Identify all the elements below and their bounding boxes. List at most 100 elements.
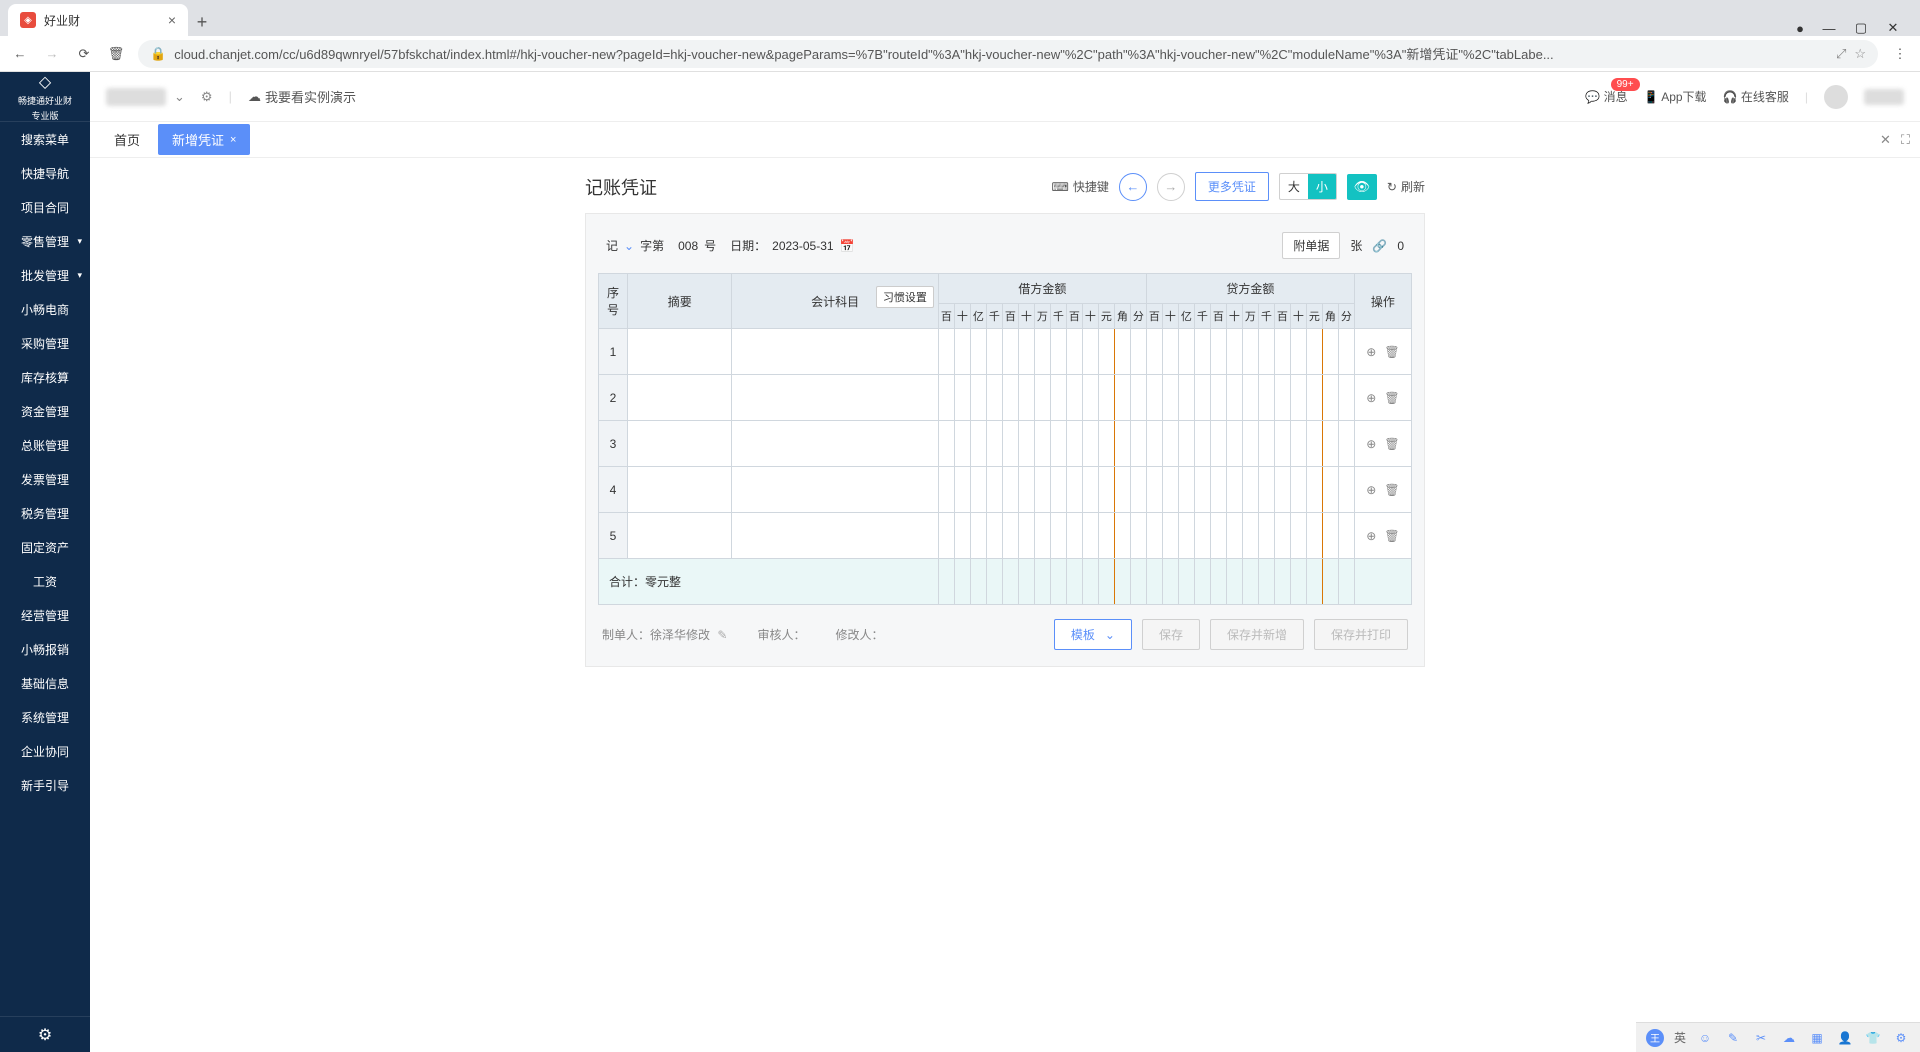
digit-cell[interactable] [1098, 513, 1114, 559]
close-all-icon[interactable]: ✕ [1880, 132, 1891, 148]
digit-cell[interactable] [1002, 513, 1018, 559]
tab-new-voucher[interactable]: 新增凭证 × [158, 124, 250, 155]
digit-cell[interactable] [970, 329, 986, 375]
sidebar-item[interactable]: 基础信息 [0, 666, 90, 700]
attach-button[interactable]: 附单据 [1282, 232, 1340, 259]
ime-scissors-icon[interactable]: ✂ [1752, 1029, 1770, 1047]
digit-cell[interactable] [1322, 375, 1338, 421]
digit-cell[interactable] [1210, 513, 1226, 559]
digit-cell[interactable] [1114, 421, 1130, 467]
ime-emoji-icon[interactable]: ☺ [1696, 1029, 1714, 1047]
digit-cell[interactable] [1162, 329, 1178, 375]
digit-cell[interactable] [1226, 513, 1242, 559]
digit-cell[interactable] [938, 329, 954, 375]
summary-cell[interactable] [627, 513, 731, 559]
save-print-button[interactable]: 保存并打印 [1314, 619, 1408, 650]
digit-cell[interactable] [938, 375, 954, 421]
template-button[interactable]: 模板 ⌄ [1054, 619, 1132, 650]
digit-cell[interactable] [1002, 467, 1018, 513]
digit-cell[interactable] [1034, 329, 1050, 375]
digit-cell[interactable] [1130, 421, 1146, 467]
subject-cell[interactable] [732, 467, 938, 513]
sidebar-item[interactable]: 快捷导航 [0, 156, 90, 190]
delete-icon[interactable]: 🗑 [1384, 437, 1399, 451]
digit-cell[interactable] [1306, 421, 1322, 467]
digit-cell[interactable] [1178, 329, 1194, 375]
digit-cell[interactable] [938, 421, 954, 467]
save-new-button[interactable]: 保存并新增 [1210, 619, 1304, 650]
digit-cell[interactable] [1242, 329, 1258, 375]
digit-cell[interactable] [1050, 329, 1066, 375]
digit-cell[interactable] [1082, 421, 1098, 467]
digit-cell[interactable] [1114, 467, 1130, 513]
digit-cell[interactable] [986, 513, 1002, 559]
digit-cell[interactable] [1274, 421, 1290, 467]
sidebar-item[interactable]: 小畅电商 [0, 292, 90, 326]
voucher-type-field[interactable]: 记 ⌄ 字第 [606, 237, 664, 254]
sidebar-item[interactable]: 经营管理 [0, 598, 90, 632]
browser-tab[interactable]: ◈ 好业财 × [8, 4, 188, 36]
edit-icon[interactable]: ✎ [717, 628, 727, 642]
digit-cell[interactable] [1338, 329, 1354, 375]
shortcut-button[interactable]: ⌨ 快捷键 [1052, 178, 1109, 195]
digit-cell[interactable] [1306, 329, 1322, 375]
digit-cell[interactable] [986, 467, 1002, 513]
digit-cell[interactable] [1210, 375, 1226, 421]
digit-cell[interactable] [1306, 375, 1322, 421]
digit-cell[interactable] [1034, 513, 1050, 559]
sidebar-item[interactable]: 零售管理▾ [0, 224, 90, 258]
digit-cell[interactable] [1178, 513, 1194, 559]
digit-cell[interactable] [1034, 421, 1050, 467]
sidebar-logo[interactable]: ◇ 畅捷通好业财 专业版 [0, 72, 90, 122]
summary-cell[interactable] [627, 329, 731, 375]
digit-cell[interactable] [1178, 421, 1194, 467]
digit-cell[interactable] [1322, 467, 1338, 513]
digit-cell[interactable] [1018, 467, 1034, 513]
digit-cell[interactable] [954, 513, 970, 559]
digit-cell[interactable] [1114, 329, 1130, 375]
minimize-button[interactable]: — [1822, 21, 1836, 36]
digit-cell[interactable] [1130, 467, 1146, 513]
close-window-button[interactable]: ✕ [1886, 20, 1900, 36]
new-tab-button[interactable]: + [188, 8, 216, 36]
next-voucher-button[interactable]: → [1157, 173, 1185, 201]
summary-cell[interactable] [627, 375, 731, 421]
digit-cell[interactable] [1162, 421, 1178, 467]
digit-cell[interactable] [1098, 329, 1114, 375]
voucher-number-field[interactable]: 008 号 [678, 237, 716, 254]
maximize-button[interactable]: ▢ [1854, 20, 1868, 36]
digit-cell[interactable] [1114, 513, 1130, 559]
digit-cell[interactable] [1162, 375, 1178, 421]
digit-cell[interactable] [1082, 375, 1098, 421]
digit-cell[interactable] [1050, 467, 1066, 513]
digit-cell[interactable] [1274, 513, 1290, 559]
digit-cell[interactable] [1146, 467, 1162, 513]
more-voucher-button[interactable]: 更多凭证 [1195, 172, 1269, 201]
digit-cell[interactable] [1274, 329, 1290, 375]
sidebar-item[interactable]: 小畅报销 [0, 632, 90, 666]
digit-cell[interactable] [1258, 467, 1274, 513]
digit-cell[interactable] [1066, 513, 1082, 559]
sidebar-item[interactable]: 批发管理▾ [0, 258, 90, 292]
digit-cell[interactable] [1098, 375, 1114, 421]
digit-cell[interactable] [1066, 421, 1082, 467]
url-input[interactable]: 🔒 cloud.chanjet.com/cc/u6d89qwnryel/57bf… [138, 40, 1878, 68]
ime-edit-icon[interactable]: ✎ [1724, 1029, 1742, 1047]
refresh-button[interactable]: ↻ 刷新 [1387, 178, 1425, 195]
digit-cell[interactable] [938, 467, 954, 513]
settings-icon[interactable]: ⚙ [201, 89, 213, 105]
summary-cell[interactable] [627, 467, 731, 513]
summary-cell[interactable] [627, 421, 731, 467]
digit-cell[interactable] [1226, 375, 1242, 421]
subject-cell[interactable] [732, 329, 938, 375]
digit-cell[interactable] [1242, 467, 1258, 513]
digit-cell[interactable] [1290, 421, 1306, 467]
digit-cell[interactable] [1178, 375, 1194, 421]
sidebar-item[interactable]: 搜索菜单 [0, 122, 90, 156]
digit-cell[interactable] [970, 513, 986, 559]
digit-cell[interactable] [1290, 375, 1306, 421]
digit-cell[interactable] [1322, 421, 1338, 467]
account-icon[interactable]: ● [1796, 21, 1804, 36]
digit-cell[interactable] [970, 467, 986, 513]
digit-cell[interactable] [986, 421, 1002, 467]
